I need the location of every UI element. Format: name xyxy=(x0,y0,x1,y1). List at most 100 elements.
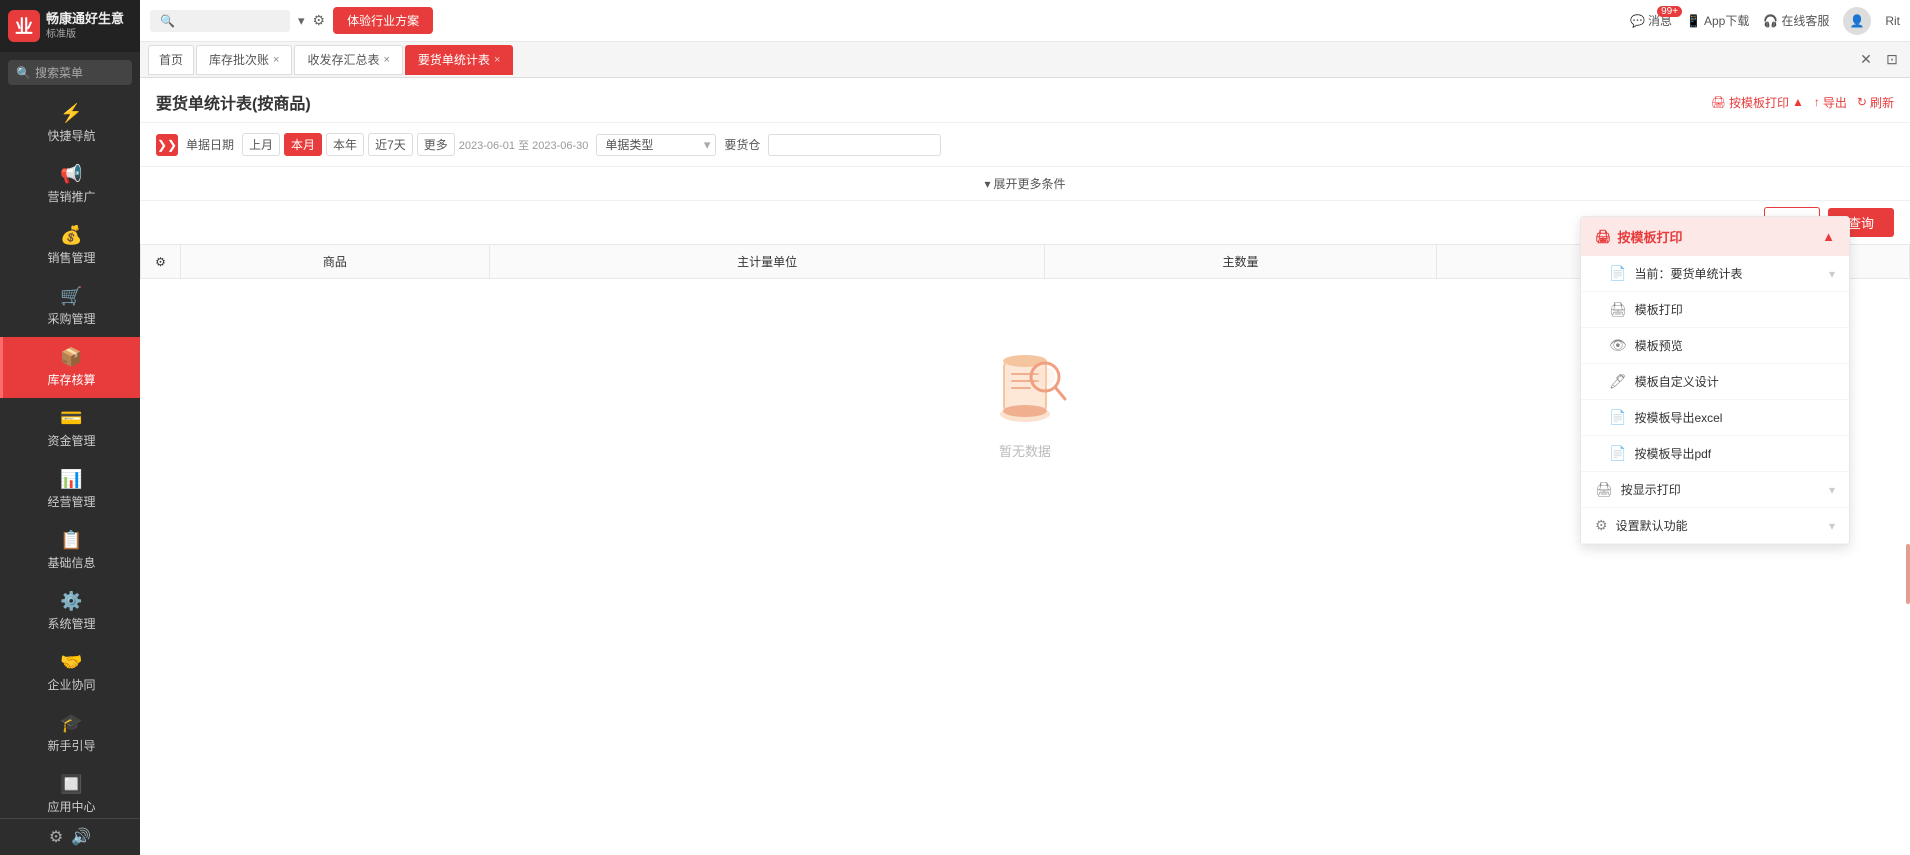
col-settings[interactable]: ⚙ xyxy=(141,245,181,279)
marketing-icon: 📢 xyxy=(60,164,82,185)
settings-footer-icon[interactable]: ⚙ xyxy=(49,827,63,847)
page-header: 要货单统计表(按商品) 🖨 按模板打印 ▲ ↑ 导出 ↻ 刷新 xyxy=(140,78,1910,123)
template-print-icon: 🖨 xyxy=(1609,301,1627,318)
tab-home[interactable]: 首页 xyxy=(148,45,194,75)
date-btn-current-month[interactable]: 本月 xyxy=(284,133,322,156)
basic-icon: 📋 xyxy=(60,530,82,551)
template-preview-label: 模板预览 xyxy=(1635,337,1683,354)
date-btn-more[interactable]: 更多 xyxy=(417,133,455,156)
tab-order-stats-close[interactable]: × xyxy=(494,54,500,66)
date-range-text: 2023-06-01 至 2023-06-30 xyxy=(459,137,589,153)
dropdown-current-template[interactable]: 📄 当前：要货单统计表 ▾ xyxy=(1581,256,1849,292)
dropdown-display-print[interactable]: 🖨 按显示打印 ▾ xyxy=(1581,472,1849,508)
user-avatar[interactable]: 👤 xyxy=(1843,7,1871,35)
doc-type-select[interactable]: 单据类型 xyxy=(596,134,716,156)
online-service-label: 在线客服 xyxy=(1781,12,1829,29)
trial-btn[interactable]: 体验行业方案 xyxy=(333,7,433,34)
sidebar-item-label: 库存核算 xyxy=(47,371,95,388)
sidebar-item-sales[interactable]: 💰 销售管理 xyxy=(0,215,140,276)
sidebar-item-label: 经营管理 xyxy=(47,493,95,510)
app-download-label: App下载 xyxy=(1704,12,1749,29)
window-maximize-btn[interactable]: ⊡ xyxy=(1882,50,1902,70)
app-download-action[interactable]: 📱 App下载 xyxy=(1686,12,1749,29)
dropdown-export-excel[interactable]: 📄 按模板导出excel xyxy=(1581,400,1849,436)
sidebar-item-shortcut[interactable]: ⚡ 快捷导航 xyxy=(0,93,140,154)
dropdown-template-preview[interactable]: 👁 模板预览 xyxy=(1581,328,1849,364)
tab-receipt-summary-close[interactable]: × xyxy=(383,54,389,66)
print-arrow-up: ▲ xyxy=(1792,95,1804,109)
filter-bar: ❯❯ 单据日期 上月 本月 本年 近7天 更多 2023-06-01 至 202… xyxy=(140,123,1910,167)
display-print-label: 按显示打印 xyxy=(1621,481,1681,498)
page-actions: 🖨 按模板打印 ▲ ↑ 导出 ↻ 刷新 xyxy=(1711,94,1894,111)
dropdown-template-print[interactable]: 🖨 模板打印 xyxy=(1581,292,1849,328)
window-close-btn[interactable]: ✕ xyxy=(1856,50,1876,70)
dropdown-default-func[interactable]: ⚙ 设置默认功能 ▾ xyxy=(1581,508,1849,544)
default-func-label: 设置默认功能 xyxy=(1616,517,1688,534)
sidebar-nav: ⚡ 快捷导航 📢 营销推广 💰 销售管理 🛒 采购管理 📦 库存核算 💳 资金管… xyxy=(0,93,140,818)
tab-receipt-summary-label: 收发存汇总表 xyxy=(307,51,379,68)
system-icon: ⚙️ xyxy=(60,591,82,612)
template-design-icon: 🖊 xyxy=(1609,373,1627,390)
appstore-icon: 🔲 xyxy=(60,774,82,795)
date-btn-7days[interactable]: 近7天 xyxy=(368,133,413,156)
tab-order-stats[interactable]: 要货单统计表 × xyxy=(405,45,513,75)
sidebar-item-purchase[interactable]: 🛒 采购管理 xyxy=(0,276,140,337)
sidebar-item-system[interactable]: ⚙️ 系统管理 xyxy=(0,581,140,642)
sidebar-item-label: 资金管理 xyxy=(47,432,95,449)
dropdown-template-design[interactable]: 🖊 模板自定义设计 xyxy=(1581,364,1849,400)
tab-receipt-summary[interactable]: 收发存汇总表 × xyxy=(294,45,402,75)
page-content: 要货单统计表(按商品) 🖨 按模板打印 ▲ ↑ 导出 ↻ 刷新 ❯❯ xyxy=(140,78,1910,855)
sidebar-item-guide[interactable]: 🎓 新手引导 xyxy=(0,703,140,764)
export-excel-label: 按模板导出excel xyxy=(1634,409,1722,426)
current-template-label: 当前：要货单统计表 xyxy=(1634,265,1742,282)
sidebar-item-label: 新手引导 xyxy=(47,737,95,754)
sidebar-search[interactable]: 🔍 搜索菜单 xyxy=(8,60,132,85)
sidebar-item-enterprise[interactable]: 🤝 企业协同 xyxy=(0,642,140,703)
dropdown-close-chevron[interactable]: ▲ xyxy=(1822,229,1835,244)
download-icon: 📱 xyxy=(1686,14,1701,28)
main-area: 🔍 ▾ ⚙ 体验行业方案 💬 消息 99+ 📱 App下载 🎧 在线客服 👤 xyxy=(140,0,1910,855)
sound-footer-icon[interactable]: 🔊 xyxy=(71,827,91,847)
export-pdf-icon: 📄 xyxy=(1609,445,1626,462)
sidebar-item-appstore[interactable]: 🔲 应用中心 xyxy=(0,764,140,818)
expand-more-conditions-btn[interactable]: ▾ 展开更多条件 xyxy=(974,171,1075,196)
refresh-btn[interactable]: ↻ 刷新 xyxy=(1857,94,1894,111)
sidebar: 业 畅康通好生意 标准版 🔍 搜索菜单 ⚡ 快捷导航 📢 营销推广 💰 销售管理… xyxy=(0,0,140,855)
tab-batch-ledger-close[interactable]: × xyxy=(273,54,279,66)
sidebar-item-marketing[interactable]: 📢 营销推广 xyxy=(0,154,140,215)
filter-expand-btn[interactable]: ❯❯ xyxy=(156,134,178,156)
sidebar-item-label: 基础信息 xyxy=(47,554,95,571)
right-scrollbar[interactable] xyxy=(1906,544,1910,604)
sidebar-footer: ⚙ 🔊 xyxy=(0,818,140,855)
topbar-gear-icon[interactable]: ⚙ xyxy=(313,12,326,29)
sidebar-item-basic[interactable]: 📋 基础信息 xyxy=(0,520,140,581)
export-btn[interactable]: ↑ 导出 xyxy=(1814,94,1847,111)
dropdown-export-pdf[interactable]: 📄 按模板导出pdf xyxy=(1581,436,1849,472)
online-service-action[interactable]: 🎧 在线客服 xyxy=(1763,12,1829,29)
export-label: 导出 xyxy=(1823,94,1847,111)
topbar-search[interactable]: 🔍 xyxy=(150,10,290,32)
empty-illustration xyxy=(975,339,1075,429)
col-product: 商品 xyxy=(181,245,490,279)
sidebar-item-inventory[interactable]: 📦 库存核算 xyxy=(0,337,140,398)
sidebar-item-finance[interactable]: 💳 资金管理 xyxy=(0,398,140,459)
logo-icon: 业 xyxy=(8,10,40,42)
brand-name: 畅康通好生意 xyxy=(46,10,124,28)
date-btn-prev-month[interactable]: 上月 xyxy=(242,133,280,156)
current-template-icon: 📄 xyxy=(1609,265,1626,282)
sidebar-item-operation[interactable]: 📊 经营管理 xyxy=(0,459,140,520)
sidebar-item-label: 应用中心 xyxy=(47,798,95,815)
goods-filter-input[interactable] xyxy=(768,134,941,156)
topbar-dropdown-arrow[interactable]: ▾ xyxy=(298,13,305,29)
export-icon: ↑ xyxy=(1814,95,1820,109)
display-print-arrow: ▾ xyxy=(1829,483,1835,497)
date-filter-label: 单据日期 xyxy=(186,136,234,153)
sidebar-item-label: 销售管理 xyxy=(47,249,95,266)
tab-batch-ledger[interactable]: 库存批次账 × xyxy=(196,45,292,75)
template-preview-icon: 👁 xyxy=(1609,337,1627,354)
dropdown-header-left: 🖨 按模板打印 xyxy=(1595,227,1683,246)
default-func-icon: ⚙ xyxy=(1595,517,1608,534)
print-template-btn[interactable]: 🖨 按模板打印 ▲ xyxy=(1711,94,1804,111)
messages-action[interactable]: 💬 消息 99+ xyxy=(1630,12,1672,29)
date-btn-current-year[interactable]: 本年 xyxy=(326,133,364,156)
